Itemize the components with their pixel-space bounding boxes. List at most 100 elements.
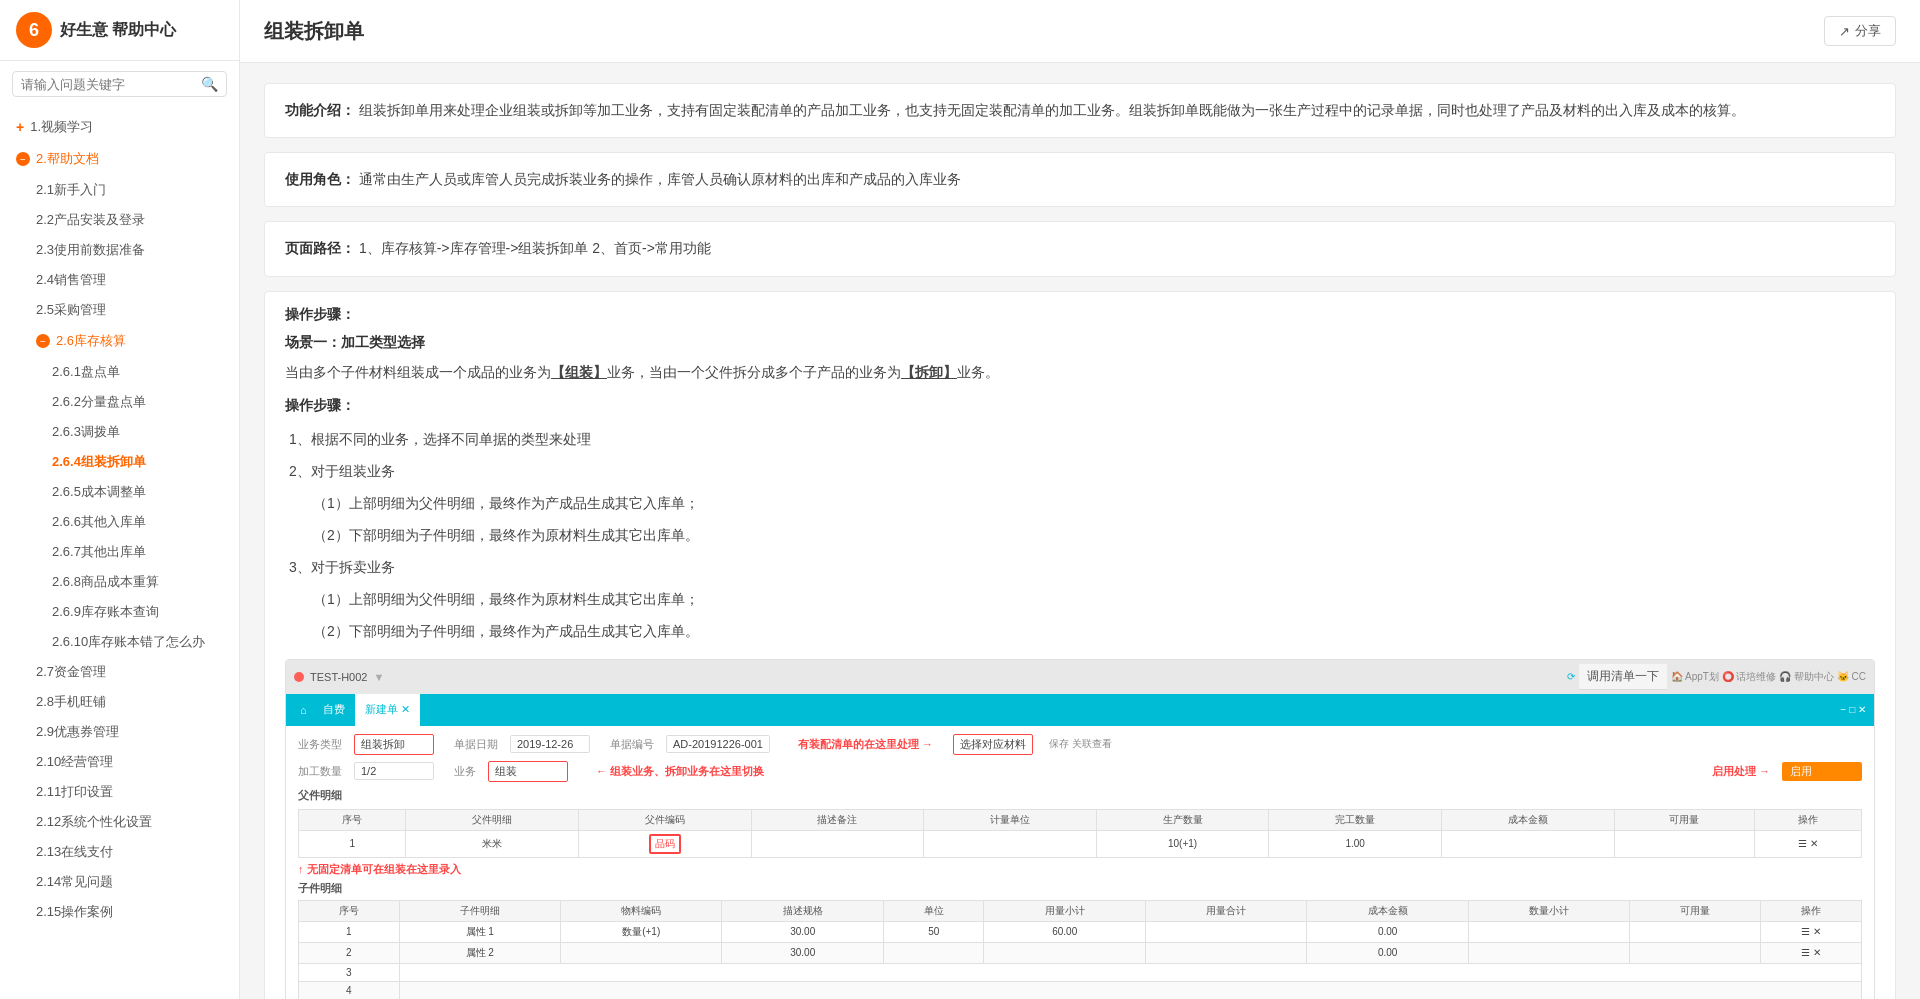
date-label: 单据日期 bbox=[454, 737, 498, 752]
lower-table-label: 子件明细 bbox=[298, 881, 1862, 896]
ops-section: 操作步骤： 场景一：加工类型选择 当由多个子件材料组装成一个成品的业务为【组装】… bbox=[264, 291, 1896, 999]
sub-col-sub-qty: 用量小计 bbox=[984, 900, 1145, 921]
sidebar-sub-other-in[interactable]: 2.6.6其他入库单 bbox=[0, 507, 239, 537]
sidebar-sub-customize[interactable]: 2.12系统个性化设置 bbox=[0, 807, 239, 837]
sub-col-seq: 序号 bbox=[299, 900, 400, 921]
upper-table-label: 父件明细 bbox=[298, 788, 1862, 803]
sidebar-sub-faq[interactable]: 2.14常见问题 bbox=[0, 867, 239, 897]
sidebar-sub-print[interactable]: 2.11打印设置 bbox=[0, 777, 239, 807]
func-intro-text: 组装拆卸单用来处理企业组装或拆卸等加工业务，支持有固定装配清单的产品加工业务，也… bbox=[359, 102, 1745, 118]
action-buttons: 保存 关联查看 bbox=[1049, 737, 1112, 751]
path-intro-label: 页面路径： bbox=[285, 240, 355, 256]
path-intro-block: 页面路径： 1、库存核算->库存管理->组装拆卸单 2、首页->常用功能 bbox=[264, 221, 1896, 276]
step-2: 2、对于组装业务 bbox=[289, 457, 1875, 485]
doc-num-value[interactable]: AD-20191226-001 bbox=[666, 735, 770, 753]
code-annotated: 品码 bbox=[649, 834, 681, 854]
sidebar: 6 好生意 帮助中心 🔍 + 1.视频学习 − 2.帮助文档 2.1新手入门 2… bbox=[0, 0, 240, 999]
doc-num-label: 单据编号 bbox=[610, 737, 654, 752]
window-company: TEST-H002 bbox=[310, 671, 367, 683]
col-produce-qty: 生产数量 bbox=[1096, 809, 1269, 830]
assemble-keyword: 【组装】 bbox=[551, 364, 607, 380]
sidebar-item-inventory[interactable]: − 2.6库存核算 bbox=[0, 325, 239, 357]
sync-icon[interactable]: ⟳ bbox=[1567, 671, 1575, 682]
biz-label: 业务 bbox=[454, 764, 476, 779]
main-header: 组装拆卸单 ↗ 分享 bbox=[240, 0, 1920, 63]
window-dropdown-icon[interactable]: ▼ bbox=[373, 671, 384, 683]
col-actions: 操作 bbox=[1754, 809, 1861, 830]
table-row: 2 属性 2 30.00 0.00 bbox=[299, 942, 1862, 963]
window-controls[interactable]: − □ ✕ bbox=[1841, 704, 1866, 715]
sidebar-sub-ledger-query[interactable]: 2.6.9库存账本查询 bbox=[0, 597, 239, 627]
scene1-title: 场景一：加工类型选择 bbox=[285, 334, 1875, 352]
sub-col-data-sub: 数量小计 bbox=[1468, 900, 1629, 921]
call-list-btn[interactable]: 调用清单一下 bbox=[1579, 664, 1667, 690]
qty-value[interactable]: 1/2 bbox=[354, 762, 434, 780]
sidebar-sub-mobile[interactable]: 2.8手机旺铺 bbox=[0, 687, 239, 717]
sub-col-spec: 描述规格 bbox=[722, 900, 883, 921]
sidebar-sub-cases[interactable]: 2.15操作案例 bbox=[0, 897, 239, 927]
role-intro-label: 使用角色： bbox=[285, 171, 355, 187]
select-material-btn[interactable]: 选择对应材料 bbox=[953, 734, 1033, 755]
step-3: 3、对于拆卖业务 bbox=[289, 553, 1875, 581]
lower-table: 序号 子件明细 物料编码 描述规格 单位 用量小计 用量合计 成本金额 数量小计 bbox=[298, 900, 1862, 999]
sidebar-sub-finance[interactable]: 2.7资金管理 bbox=[0, 657, 239, 687]
share-button[interactable]: ↗ 分享 bbox=[1824, 16, 1896, 46]
path-intro-text: 1、库存核算->库存管理->组装拆卸单 2、首页->常用功能 bbox=[359, 240, 711, 256]
tab-new-order[interactable]: 新建单 ✕ bbox=[355, 694, 420, 726]
col-parent-code: 父件编码 bbox=[579, 809, 752, 830]
upper-table: 序号 父件明细 父件编码 描述备注 计量单位 生产数量 完工数量 成本金额 可用… bbox=[298, 809, 1862, 858]
func-intro-block: 功能介绍： 组装拆卸单用来处理企业组装或拆卸等加工业务，支持有固定装配清单的产品… bbox=[264, 83, 1896, 138]
biz-select[interactable]: 组装 bbox=[488, 761, 568, 782]
sidebar-sub-transfer[interactable]: 2.6.3调拨单 bbox=[0, 417, 239, 447]
role-intro-block: 使用角色： 通常由生产人员或库管人员完成拆装业务的操作，库管人员确认原材料的出库… bbox=[264, 152, 1896, 207]
sidebar-sub-item-purchase[interactable]: 2.5采购管理 bbox=[0, 295, 239, 325]
page-title: 组装拆卸单 bbox=[264, 18, 364, 45]
col-seq: 序号 bbox=[299, 809, 406, 830]
tab-self-pay[interactable]: 自费 bbox=[313, 694, 355, 726]
annotation-3: ← 组装业务、拆卸业务在这里切换 bbox=[596, 764, 764, 779]
enable-btn[interactable]: 启用 bbox=[1782, 762, 1862, 781]
sidebar-sub-item-newbie[interactable]: 2.1新手入门 bbox=[0, 175, 239, 205]
inventory-minus-icon: − bbox=[36, 334, 50, 348]
sidebar-sub-item-sales[interactable]: 2.4销售管理 bbox=[0, 265, 239, 295]
screenshot-container: TEST-H002 ▼ ⟳ 调用清单一下 🏠 AppT划 ⭕ 话培维修 🎧 帮助… bbox=[285, 659, 1875, 999]
sidebar-sub-cost-recalc[interactable]: 2.6.8商品成本重算 bbox=[0, 567, 239, 597]
sidebar-sub-item-install[interactable]: 2.2产品安装及登录 bbox=[0, 205, 239, 235]
step-1: 1、根据不同的业务，选择不同单据的类型来处理 bbox=[289, 425, 1875, 453]
sidebar-sub-coupon[interactable]: 2.9优惠券管理 bbox=[0, 717, 239, 747]
app-logo: 6 bbox=[16, 12, 52, 48]
col-unit: 计量单位 bbox=[924, 809, 1097, 830]
sidebar-sub-item-data-prep[interactable]: 2.3使用前数据准备 bbox=[0, 235, 239, 265]
sidebar-sub-partial-stocktake[interactable]: 2.6.2分量盘点单 bbox=[0, 387, 239, 417]
biz-type-value[interactable]: 组装拆卸 bbox=[354, 734, 434, 755]
date-value[interactable]: 2019-12-26 bbox=[510, 735, 590, 753]
role-intro-text: 通常由生产人员或库管人员完成拆装业务的操作，库管人员确认原材料的出库和产成品的入… bbox=[359, 171, 961, 187]
sidebar-sub-assembly[interactable]: 2.6.4组装拆卸单 bbox=[0, 447, 239, 477]
col-desc: 描述备注 bbox=[751, 809, 924, 830]
content-area: 功能介绍： 组装拆卸单用来处理企业组装或拆卸等加工业务，支持有固定装配清单的产品… bbox=[240, 63, 1920, 999]
annotation-5: ↑ 无固定清单可在组装在这里录入 bbox=[298, 862, 1862, 877]
step-2-2: （2）下部明细为子件明细，最终作为原材料生成其它出库单。 bbox=[289, 521, 1875, 549]
sidebar-sub-other-out[interactable]: 2.6.7其他出库单 bbox=[0, 537, 239, 567]
search-icon[interactable]: 🔍 bbox=[201, 76, 218, 92]
app-title: 好生意 帮助中心 bbox=[60, 20, 176, 41]
sub-col-cost: 成本金额 bbox=[1307, 900, 1468, 921]
disassemble-keyword: 【拆卸】 bbox=[901, 364, 957, 380]
sidebar-item-video[interactable]: + 1.视频学习 bbox=[0, 111, 239, 143]
step-3-2: （2）下部明细为子件明细，最终作为产成品生成其它入库单。 bbox=[289, 617, 1875, 645]
close-icon[interactable] bbox=[294, 672, 304, 682]
sidebar-sub-payment[interactable]: 2.13在线支付 bbox=[0, 837, 239, 867]
sidebar-item-docs[interactable]: − 2.帮助文档 bbox=[0, 143, 239, 175]
search-box[interactable]: 🔍 bbox=[12, 71, 227, 97]
app-icons: 🏠 AppT划 ⭕ 话培维修 🎧 帮助中心 🐱 CC bbox=[1671, 670, 1866, 684]
sub-col-total-qty: 用量合计 bbox=[1145, 900, 1306, 921]
sub-col-unit: 单位 bbox=[883, 900, 984, 921]
sidebar-sub-management[interactable]: 2.10经营管理 bbox=[0, 747, 239, 777]
home-icon[interactable]: ⌂ bbox=[294, 704, 313, 716]
sidebar-sub-cost-adjust[interactable]: 2.6.5成本调整单 bbox=[0, 477, 239, 507]
steps-list: 1、根据不同的业务，选择不同单据的类型来处理 2、对于组装业务 （1）上部明细为… bbox=[285, 425, 1875, 645]
sidebar-sub-ledger-fix[interactable]: 2.6.10库存账本错了怎么办 bbox=[0, 627, 239, 657]
col-avail: 可用量 bbox=[1614, 809, 1754, 830]
sidebar-sub-stocktake[interactable]: 2.6.1盘点单 bbox=[0, 357, 239, 387]
search-input[interactable] bbox=[21, 77, 201, 92]
